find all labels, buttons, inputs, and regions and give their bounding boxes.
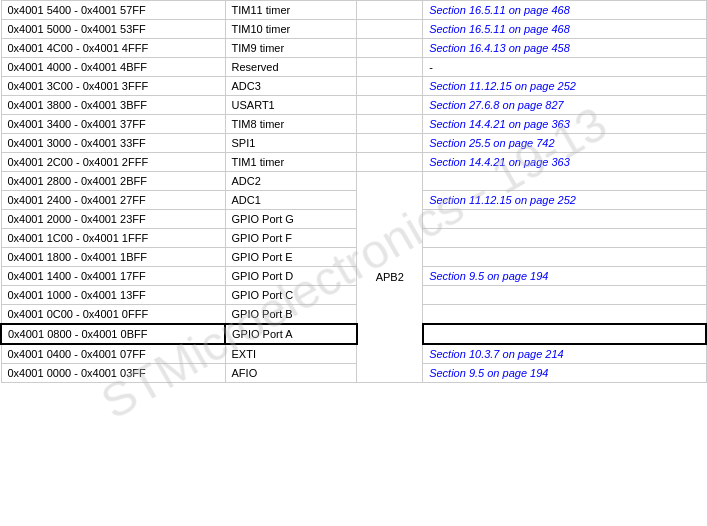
peripheral-cell: SPI1	[225, 134, 357, 153]
peripheral-cell: ADC2	[225, 172, 357, 191]
address-cell: 0x4001 1800 - 0x4001 1BFF	[1, 248, 225, 267]
reference-cell[interactable]: Section 14.4.21 on page 363	[423, 153, 706, 172]
peripheral-cell: ADC1	[225, 191, 357, 210]
peripheral-cell: TIM10 timer	[225, 20, 357, 39]
reference-link[interactable]: Section 11.12.15 on page 252	[429, 80, 576, 92]
address-cell: 0x4001 3C00 - 0x4001 3FFF	[1, 77, 225, 96]
reference-link[interactable]: Section 9.5 on page 194	[429, 367, 548, 379]
address-cell: 0x4001 3400 - 0x4001 37FF	[1, 115, 225, 134]
reference-link[interactable]: Section 16.5.11 on page 468	[429, 23, 570, 35]
reference-link[interactable]: Section 16.5.11 on page 468	[429, 4, 570, 16]
bus-cell	[357, 39, 423, 58]
reference-cell[interactable]: Section 16.5.11 on page 468	[423, 1, 706, 20]
bus-cell	[357, 153, 423, 172]
peripheral-cell: GPIO Port C	[225, 286, 357, 305]
reference-cell: -	[423, 58, 706, 77]
reference-link[interactable]: Section 9.5 on page 194	[429, 270, 548, 282]
reference-link[interactable]: Section 10.3.7 on page 214	[429, 348, 564, 360]
address-cell: 0x4001 5400 - 0x4001 57FF	[1, 1, 225, 20]
peripheral-cell: USART1	[225, 96, 357, 115]
reference-cell[interactable]: Section 27.6.8 on page 827	[423, 96, 706, 115]
address-cell: 0x4001 0C00 - 0x4001 0FFF	[1, 305, 225, 325]
reference-link[interactable]: Section 16.4.13 on page 458	[429, 42, 570, 54]
address-cell: 0x4001 2400 - 0x4001 27FF	[1, 191, 225, 210]
address-cell: 0x4001 3000 - 0x4001 33FF	[1, 134, 225, 153]
reference-link[interactable]: Section 14.4.21 on page 363	[429, 118, 570, 130]
reference-cell	[423, 286, 706, 305]
peripheral-cell: GPIO Port A	[225, 324, 357, 344]
peripheral-cell: AFIO	[225, 364, 357, 383]
address-cell: 0x4001 5000 - 0x4001 53FF	[1, 20, 225, 39]
address-cell: 0x4001 1000 - 0x4001 13FF	[1, 286, 225, 305]
peripheral-cell: GPIO Port E	[225, 248, 357, 267]
peripheral-cell: ADC3	[225, 77, 357, 96]
memory-map-table: 0x4001 5400 - 0x4001 57FFTIM11 timer Sect…	[0, 0, 707, 383]
peripheral-cell: TIM8 timer	[225, 115, 357, 134]
address-cell: 0x4001 0400 - 0x4001 07FF	[1, 344, 225, 364]
bus-cell: APB2	[357, 172, 423, 383]
address-cell: 0x4001 2000 - 0x4001 23FF	[1, 210, 225, 229]
bus-cell	[357, 77, 423, 96]
bus-cell	[357, 20, 423, 39]
peripheral-cell: EXTI	[225, 344, 357, 364]
peripheral-cell: GPIO Port G	[225, 210, 357, 229]
reference-cell[interactable]: Section 9.5 on page 194	[423, 364, 706, 383]
bus-cell	[357, 115, 423, 134]
bus-cell	[357, 1, 423, 20]
reference-cell	[423, 229, 706, 248]
peripheral-cell: TIM1 timer	[225, 153, 357, 172]
reference-cell[interactable]: Section 10.3.7 on page 214	[423, 344, 706, 364]
reference-cell[interactable]: Section 11.12.15 on page 252	[423, 77, 706, 96]
address-cell: 0x4001 3800 - 0x4001 3BFF	[1, 96, 225, 115]
reference-cell[interactable]: Section 9.5 on page 194	[423, 267, 706, 286]
reference-link[interactable]: Section 14.4.21 on page 363	[429, 156, 570, 168]
reference-link[interactable]: Section 11.12.15 on page 252	[429, 194, 576, 206]
reference-cell	[423, 172, 706, 191]
bus-cell	[357, 134, 423, 153]
address-cell: 0x4001 1400 - 0x4001 17FF	[1, 267, 225, 286]
reference-cell[interactable]: Section 14.4.21 on page 363	[423, 115, 706, 134]
peripheral-cell: GPIO Port F	[225, 229, 357, 248]
reference-cell	[423, 324, 706, 344]
address-cell: 0x4001 2C00 - 0x4001 2FFF	[1, 153, 225, 172]
peripheral-cell: GPIO Port B	[225, 305, 357, 325]
reference-cell[interactable]: Section 16.4.13 on page 458	[423, 39, 706, 58]
reference-cell[interactable]: Section 25.5 on page 742	[423, 134, 706, 153]
address-cell: 0x4001 1C00 - 0x4001 1FFF	[1, 229, 225, 248]
reference-cell	[423, 305, 706, 325]
address-cell: 0x4001 0800 - 0x4001 0BFF	[1, 324, 225, 344]
reference-cell	[423, 248, 706, 267]
reference-link[interactable]: Section 25.5 on page 742	[429, 137, 554, 149]
address-cell: 0x4001 4C00 - 0x4001 4FFF	[1, 39, 225, 58]
reference-cell	[423, 210, 706, 229]
reference-cell[interactable]: Section 11.12.15 on page 252	[423, 191, 706, 210]
address-cell: 0x4001 4000 - 0x4001 4BFF	[1, 58, 225, 77]
address-cell: 0x4001 0000 - 0x4001 03FF	[1, 364, 225, 383]
reference-cell[interactable]: Section 16.5.11 on page 468	[423, 20, 706, 39]
peripheral-cell: TIM11 timer	[225, 1, 357, 20]
reference-link[interactable]: Section 27.6.8 on page 827	[429, 99, 564, 111]
address-cell: 0x4001 2800 - 0x4001 2BFF	[1, 172, 225, 191]
bus-cell	[357, 58, 423, 77]
peripheral-cell: TIM9 timer	[225, 39, 357, 58]
peripheral-cell: Reserved	[225, 58, 357, 77]
peripheral-cell: GPIO Port D	[225, 267, 357, 286]
bus-cell	[357, 96, 423, 115]
